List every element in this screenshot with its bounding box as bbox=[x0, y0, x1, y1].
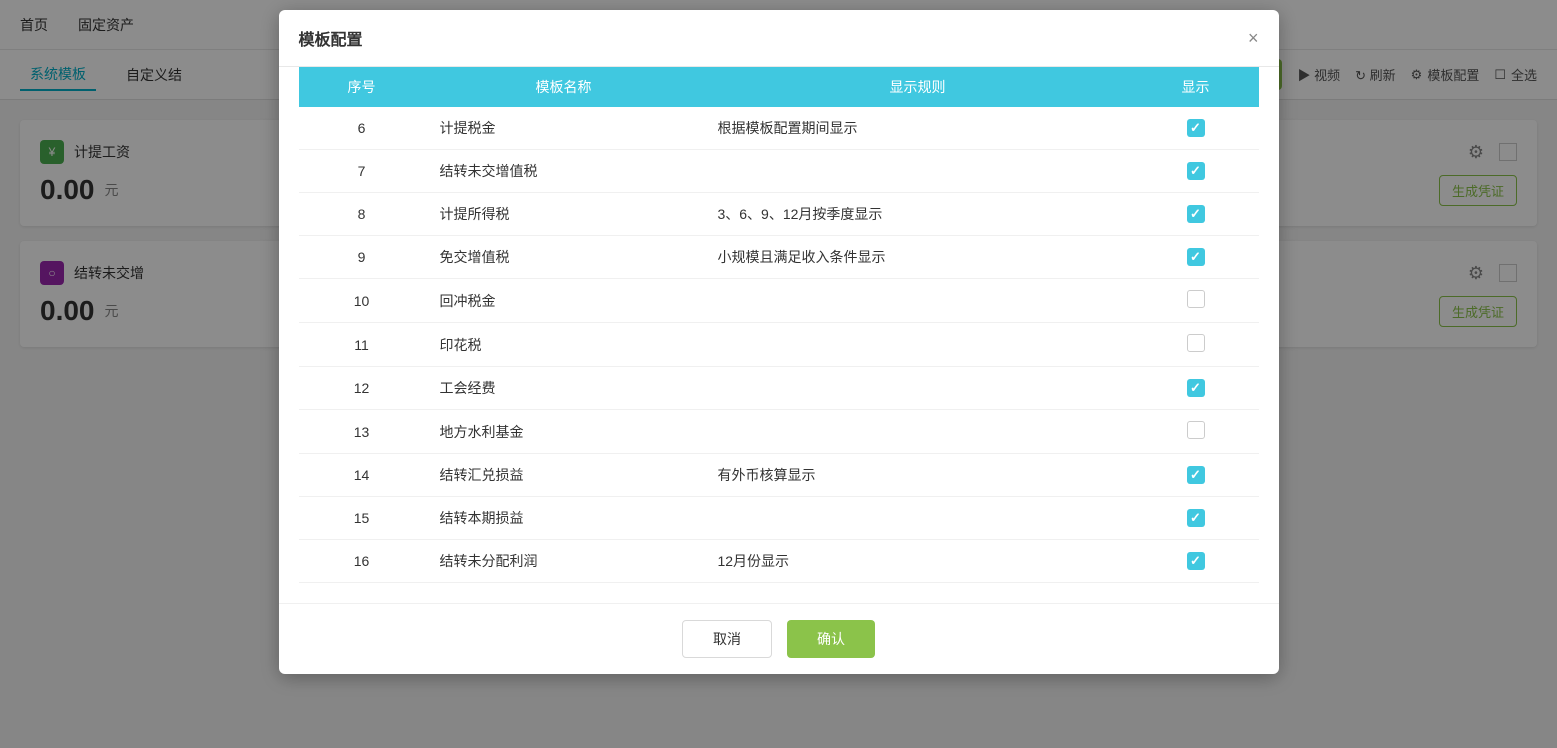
modal-overlay: 模板配置 × 序号 模板名称 显示规则 显示 6计提税金根据模板配置期间显示7结… bbox=[0, 0, 1557, 748]
cell-name: 地方水利基金 bbox=[424, 410, 702, 454]
table-row: 12工会经费 bbox=[299, 367, 1259, 410]
table-row: 10回冲税金 bbox=[299, 279, 1259, 323]
checkbox-row-8[interactable] bbox=[1187, 205, 1205, 223]
cell-rule: 根据模板配置期间显示 bbox=[702, 107, 1132, 150]
cell-rule bbox=[702, 323, 1132, 367]
cell-rule bbox=[702, 150, 1132, 193]
col-rule: 显示规则 bbox=[702, 67, 1132, 107]
cell-id: 11 bbox=[299, 323, 425, 367]
modal-header: 模板配置 × bbox=[279, 10, 1279, 67]
template-config-modal: 模板配置 × 序号 模板名称 显示规则 显示 6计提税金根据模板配置期间显示7结… bbox=[279, 10, 1279, 674]
cell-name: 计提税金 bbox=[424, 107, 702, 150]
cell-checkbox[interactable] bbox=[1133, 454, 1259, 497]
table-header: 序号 模板名称 显示规则 显示 bbox=[299, 67, 1259, 107]
table-row: 13地方水利基金 bbox=[299, 410, 1259, 454]
table-row: 15结转本期损益 bbox=[299, 497, 1259, 540]
modal-footer: 取消 确认 bbox=[279, 603, 1279, 674]
table-row: 11印花税 bbox=[299, 323, 1259, 367]
cell-id: 7 bbox=[299, 150, 425, 193]
checkbox-row-12[interactable] bbox=[1187, 379, 1205, 397]
cell-rule bbox=[702, 410, 1132, 454]
col-name: 模板名称 bbox=[424, 67, 702, 107]
checkbox-row-7[interactable] bbox=[1187, 162, 1205, 180]
table-row: 7结转未交增值税 bbox=[299, 150, 1259, 193]
cell-name: 结转本期损益 bbox=[424, 497, 702, 540]
cell-id: 13 bbox=[299, 410, 425, 454]
cell-rule bbox=[702, 279, 1132, 323]
cell-checkbox[interactable] bbox=[1133, 323, 1259, 367]
checkbox-row-11[interactable] bbox=[1187, 334, 1205, 352]
col-display: 显示 bbox=[1133, 67, 1259, 107]
cell-rule: 有外币核算显示 bbox=[702, 454, 1132, 497]
modal-title: 模板配置 bbox=[299, 26, 363, 50]
cancel-button[interactable]: 取消 bbox=[682, 620, 772, 658]
modal-body: 序号 模板名称 显示规则 显示 6计提税金根据模板配置期间显示7结转未交增值税8… bbox=[279, 67, 1279, 603]
table-row: 6计提税金根据模板配置期间显示 bbox=[299, 107, 1259, 150]
cell-id: 16 bbox=[299, 540, 425, 583]
table-row: 14结转汇兑损益有外币核算显示 bbox=[299, 454, 1259, 497]
cell-checkbox[interactable] bbox=[1133, 367, 1259, 410]
table-row: 9免交增值税小规模且满足收入条件显示 bbox=[299, 236, 1259, 279]
cell-id: 6 bbox=[299, 107, 425, 150]
cell-name: 结转汇兑损益 bbox=[424, 454, 702, 497]
table-body: 6计提税金根据模板配置期间显示7结转未交增值税8计提所得税3、6、9、12月按季… bbox=[299, 107, 1259, 583]
cell-rule: 12月份显示 bbox=[702, 540, 1132, 583]
cell-name: 印花税 bbox=[424, 323, 702, 367]
checkbox-row-9[interactable] bbox=[1187, 248, 1205, 266]
checkbox-row-10[interactable] bbox=[1187, 290, 1205, 308]
cell-rule: 3、6、9、12月按季度显示 bbox=[702, 193, 1132, 236]
cell-id: 10 bbox=[299, 279, 425, 323]
cell-checkbox[interactable] bbox=[1133, 107, 1259, 150]
cell-id: 15 bbox=[299, 497, 425, 540]
cell-checkbox[interactable] bbox=[1133, 236, 1259, 279]
confirm-button[interactable]: 确认 bbox=[787, 620, 875, 658]
cell-name: 计提所得税 bbox=[424, 193, 702, 236]
checkbox-row-6[interactable] bbox=[1187, 119, 1205, 137]
cell-checkbox[interactable] bbox=[1133, 540, 1259, 583]
checkbox-row-14[interactable] bbox=[1187, 466, 1205, 484]
col-id: 序号 bbox=[299, 67, 425, 107]
table-row: 16结转未分配利润12月份显示 bbox=[299, 540, 1259, 583]
cell-checkbox[interactable] bbox=[1133, 410, 1259, 454]
cell-name: 结转未分配利润 bbox=[424, 540, 702, 583]
cell-name: 免交增值税 bbox=[424, 236, 702, 279]
cell-id: 12 bbox=[299, 367, 425, 410]
cell-checkbox[interactable] bbox=[1133, 150, 1259, 193]
cell-name: 工会经费 bbox=[424, 367, 702, 410]
cell-name: 结转未交增值税 bbox=[424, 150, 702, 193]
cell-checkbox[interactable] bbox=[1133, 193, 1259, 236]
checkbox-row-15[interactable] bbox=[1187, 509, 1205, 527]
cell-rule bbox=[702, 367, 1132, 410]
table-row: 8计提所得税3、6、9、12月按季度显示 bbox=[299, 193, 1259, 236]
cell-id: 14 bbox=[299, 454, 425, 497]
config-table: 序号 模板名称 显示规则 显示 6计提税金根据模板配置期间显示7结转未交增值税8… bbox=[299, 67, 1259, 583]
modal-close-button[interactable]: × bbox=[1248, 29, 1259, 47]
cell-checkbox[interactable] bbox=[1133, 497, 1259, 540]
cell-checkbox[interactable] bbox=[1133, 279, 1259, 323]
cell-id: 8 bbox=[299, 193, 425, 236]
cell-rule: 小规模且满足收入条件显示 bbox=[702, 236, 1132, 279]
cell-id: 9 bbox=[299, 236, 425, 279]
checkbox-row-13[interactable] bbox=[1187, 421, 1205, 439]
checkbox-row-16[interactable] bbox=[1187, 552, 1205, 570]
cell-name: 回冲税金 bbox=[424, 279, 702, 323]
cell-rule bbox=[702, 497, 1132, 540]
